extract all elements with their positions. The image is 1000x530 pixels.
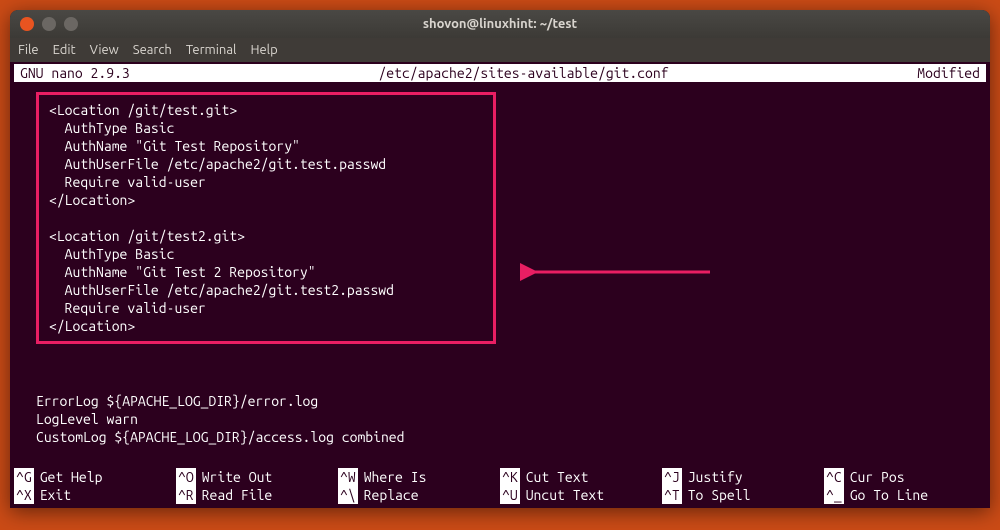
code-line bbox=[49, 209, 483, 227]
nano-header: GNU nano 2.9.3 /etc/apache2/sites-availa… bbox=[14, 64, 986, 82]
shortcut-label: Justify bbox=[688, 468, 743, 486]
shortcut-write-out: ^O Write Out bbox=[176, 468, 338, 486]
shortcut-label: Where Is bbox=[364, 468, 427, 486]
nano-footer: ^G Get Help ^O Write Out ^W Where Is ^K Cut … bbox=[14, 468, 986, 504]
nano-status: Modified bbox=[917, 64, 986, 82]
highlight-box: <Location /git/test.git> AuthType Basic … bbox=[36, 92, 496, 344]
window-title: shovon@linuxhint: ~/test bbox=[10, 17, 990, 31]
shortcut-go-to-line: ^_ Go To Line bbox=[824, 486, 986, 504]
shortcut-label: Replace bbox=[364, 486, 419, 504]
menu-edit[interactable]: Edit bbox=[53, 43, 76, 57]
shortcut-label: To Spell bbox=[688, 486, 751, 504]
menu-help[interactable]: Help bbox=[250, 43, 277, 57]
shortcut-label: Read File bbox=[202, 486, 273, 504]
shortcut-justify: ^J Justify bbox=[662, 468, 824, 486]
code-line: <Location /git/test.git> bbox=[49, 101, 483, 119]
shortcut-cut-text: ^K Cut Text bbox=[500, 468, 662, 486]
code-line: LogLevel warn bbox=[36, 410, 986, 428]
shortcut-get-help: ^G Get Help bbox=[14, 468, 176, 486]
menu-search[interactable]: Search bbox=[133, 43, 172, 57]
code-line: <Location /git/test2.git> bbox=[49, 227, 483, 245]
editor-content[interactable]: <Location /git/test.git> AuthType Basic … bbox=[14, 92, 986, 446]
shortcut-label: Cut Text bbox=[526, 468, 589, 486]
code-line: ErrorLog ${APACHE_LOG_DIR}/error.log bbox=[36, 392, 986, 410]
code-line: AuthType Basic bbox=[49, 119, 483, 137]
footer-row: ^G Get Help ^O Write Out ^W Where Is ^K Cut … bbox=[14, 468, 986, 486]
menu-terminal[interactable]: Terminal bbox=[186, 43, 237, 57]
shortcut-replace: ^\ Replace bbox=[338, 486, 500, 504]
shortcut-to-spell: ^T To Spell bbox=[662, 486, 824, 504]
shortcut-label: Get Help bbox=[40, 468, 103, 486]
terminal-window: shovon@linuxhint: ~/test File Edit View … bbox=[10, 10, 990, 508]
code-line: Require valid-user bbox=[49, 173, 483, 191]
key-label: ^R bbox=[176, 486, 196, 504]
key-label: ^\ bbox=[338, 486, 358, 504]
key-label: ^_ bbox=[824, 486, 844, 504]
code-line: </Location> bbox=[49, 317, 483, 335]
shortcut-label: Exit bbox=[40, 486, 71, 504]
shortcut-read-file: ^R Read File bbox=[176, 486, 338, 504]
shortcut-uncut-text: ^U Uncut Text bbox=[500, 486, 662, 504]
key-label: ^O bbox=[176, 468, 196, 486]
code-line bbox=[36, 356, 986, 374]
menu-view[interactable]: View bbox=[90, 43, 119, 57]
menubar: File Edit View Search Terminal Help bbox=[10, 38, 990, 62]
shortcut-where-is: ^W Where Is bbox=[338, 468, 500, 486]
key-label: ^G bbox=[14, 468, 34, 486]
code-line bbox=[36, 374, 986, 392]
code-line: AuthUserFile /etc/apache2/git.test.passw… bbox=[49, 155, 483, 173]
code-line: AuthName "Git Test Repository" bbox=[49, 137, 483, 155]
shortcut-label: Cur Pos bbox=[850, 468, 905, 486]
shortcut-label: Go To Line bbox=[850, 486, 928, 504]
key-label: ^X bbox=[14, 486, 34, 504]
key-label: ^K bbox=[500, 468, 520, 486]
key-label: ^W bbox=[338, 468, 358, 486]
footer-row: ^X Exit ^R Read File ^\ Replace ^U Uncut Tex… bbox=[14, 486, 986, 504]
key-label: ^U bbox=[500, 486, 520, 504]
key-label: ^C bbox=[824, 468, 844, 486]
code-line: AuthType Basic bbox=[49, 245, 483, 263]
shortcut-label: Write Out bbox=[202, 468, 273, 486]
key-label: ^T bbox=[662, 486, 682, 504]
code-line: AuthUserFile /etc/apache2/git.test2.pass… bbox=[49, 281, 483, 299]
menu-file[interactable]: File bbox=[18, 43, 39, 57]
code-line: </Location> bbox=[49, 191, 483, 209]
terminal-area[interactable]: GNU nano 2.9.3 /etc/apache2/sites-availa… bbox=[10, 62, 990, 508]
nano-version: GNU nano 2.9.3 bbox=[14, 64, 130, 82]
shortcut-label: Uncut Text bbox=[526, 486, 604, 504]
key-label: ^J bbox=[662, 468, 682, 486]
code-line: CustomLog ${APACHE_LOG_DIR}/access.log c… bbox=[36, 428, 986, 446]
titlebar: shovon@linuxhint: ~/test bbox=[10, 10, 990, 38]
arrow-icon bbox=[520, 262, 720, 282]
code-line: Require valid-user bbox=[49, 299, 483, 317]
code-line: AuthName "Git Test 2 Repository" bbox=[49, 263, 483, 281]
shortcut-exit: ^X Exit bbox=[14, 486, 176, 504]
shortcut-cur-pos: ^C Cur Pos bbox=[824, 468, 986, 486]
nano-filepath: /etc/apache2/sites-available/git.conf bbox=[130, 64, 918, 82]
